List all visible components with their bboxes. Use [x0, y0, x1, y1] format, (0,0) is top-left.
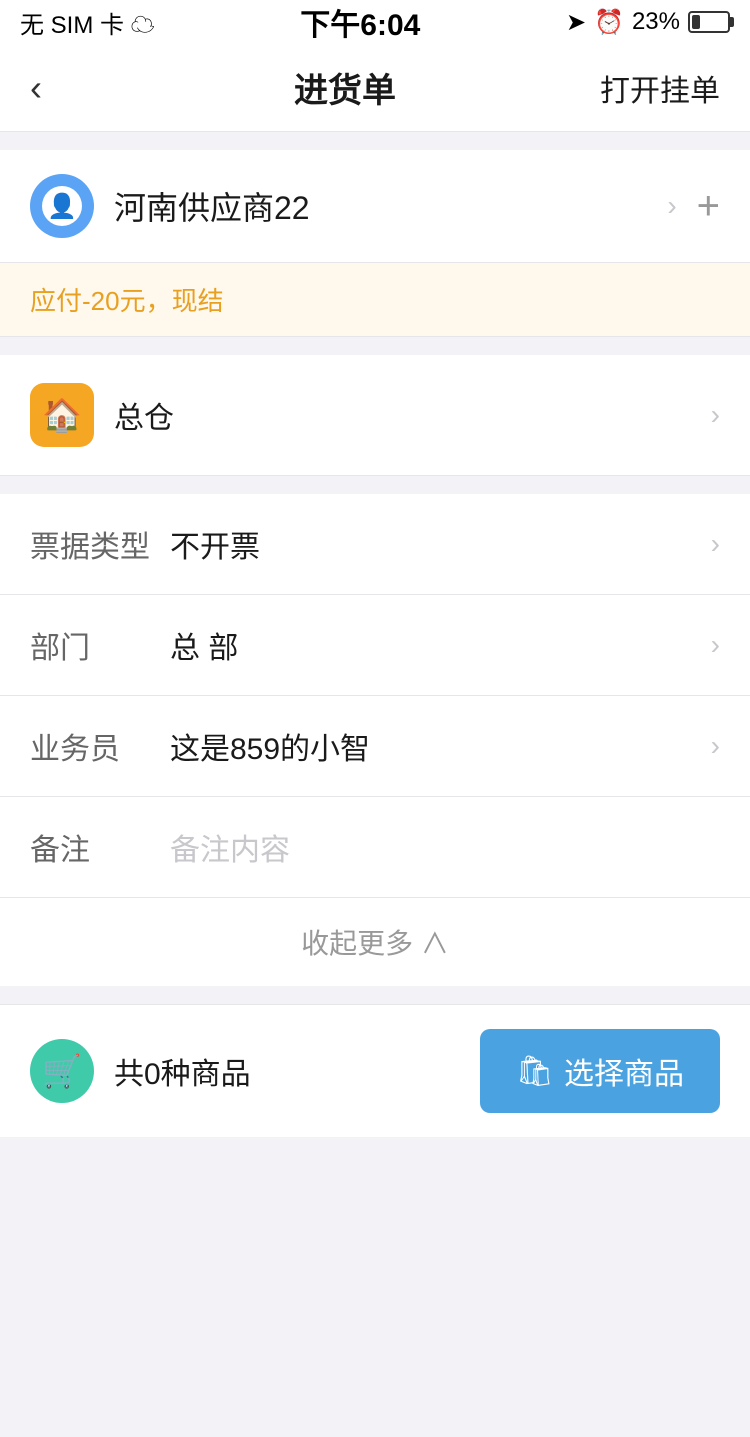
supplier-section: 👤 河南供应商22 › + 应付-20元，现结	[0, 150, 750, 337]
add-supplier-button[interactable]: +	[697, 184, 720, 229]
fields-section: 票据类型 不开票 › 部门 总 部 › 业务员 这是859的小智 › 备注 备注…	[0, 494, 750, 986]
location-icon: ➤	[566, 8, 586, 37]
supplier-row[interactable]: 👤 河南供应商22 › +	[0, 150, 750, 263]
supplier-avatar: 👤	[30, 174, 94, 238]
warehouse-name: 总仓	[114, 393, 711, 437]
warehouse-chevron-icon: ›	[711, 399, 720, 431]
page-title: 进货单	[294, 63, 396, 112]
supplier-name: 河南供应商22	[114, 183, 667, 229]
select-goods-button[interactable]: 🛍 选择商品	[480, 1029, 720, 1113]
department-label: 部门	[30, 623, 170, 667]
back-button[interactable]: ‹	[30, 67, 90, 109]
warehouse-section: 🏠 总仓 ›	[0, 355, 750, 476]
status-left: 无 SIM 卡 ☁	[20, 5, 155, 40]
section-gap-3	[0, 476, 750, 494]
page-fill	[0, 1137, 750, 1437]
invoice-type-label: 票据类型	[30, 522, 170, 566]
notice-banner: 应付-20元，现结	[0, 263, 750, 337]
invoice-type-value: 不开票	[170, 522, 711, 566]
department-row[interactable]: 部门 总 部 ›	[0, 595, 750, 696]
remarks-input[interactable]: 备注内容	[170, 825, 720, 869]
warehouse-icon: 🏠	[30, 383, 94, 447]
section-gap-4	[0, 986, 750, 1004]
section-gap-1	[0, 132, 750, 150]
warehouse-row[interactable]: 🏠 总仓 ›	[0, 355, 750, 476]
department-chevron-icon: ›	[711, 629, 720, 661]
remarks-row[interactable]: 备注 备注内容	[0, 797, 750, 897]
sim-status: 无 SIM 卡 ☁	[20, 5, 155, 40]
invoice-type-row[interactable]: 票据类型 不开票 ›	[0, 494, 750, 595]
section-gap-2	[0, 337, 750, 355]
status-time: 下午6:04	[300, 0, 420, 44]
open-pending-button[interactable]: 打开挂单	[600, 66, 720, 110]
battery-percent: 23%	[632, 8, 680, 36]
cart-icon: 🛒	[30, 1039, 94, 1103]
invoice-type-chevron-icon: ›	[711, 528, 720, 560]
salesperson-label: 业务员	[30, 724, 170, 768]
collapse-toggle[interactable]: 收起更多 ∧	[0, 897, 750, 986]
bottom-bar: 🛒 共0种商品 🛍 选择商品	[0, 1004, 750, 1137]
nav-bar: ‹ 进货单 打开挂单	[0, 44, 750, 132]
salesperson-row[interactable]: 业务员 这是859的小智 ›	[0, 696, 750, 797]
avatar-icon: 👤	[42, 186, 82, 226]
salesperson-chevron-icon: ›	[711, 730, 720, 762]
salesperson-value: 这是859的小智	[170, 724, 711, 768]
battery-icon	[688, 11, 730, 33]
status-bar: 无 SIM 卡 ☁ 下午6:04 ➤ ⏰ 23%	[0, 0, 750, 44]
select-goods-label: 选择商品	[564, 1049, 684, 1093]
alarm-icon: ⏰	[594, 8, 624, 37]
status-right: ➤ ⏰ 23%	[566, 8, 730, 37]
remarks-label: 备注	[30, 825, 170, 869]
department-value: 总 部	[170, 623, 711, 667]
goods-count: 共0种商品	[114, 1049, 480, 1093]
supplier-chevron-icon: ›	[667, 190, 676, 222]
select-goods-cart-icon: 🛍	[516, 1054, 554, 1089]
